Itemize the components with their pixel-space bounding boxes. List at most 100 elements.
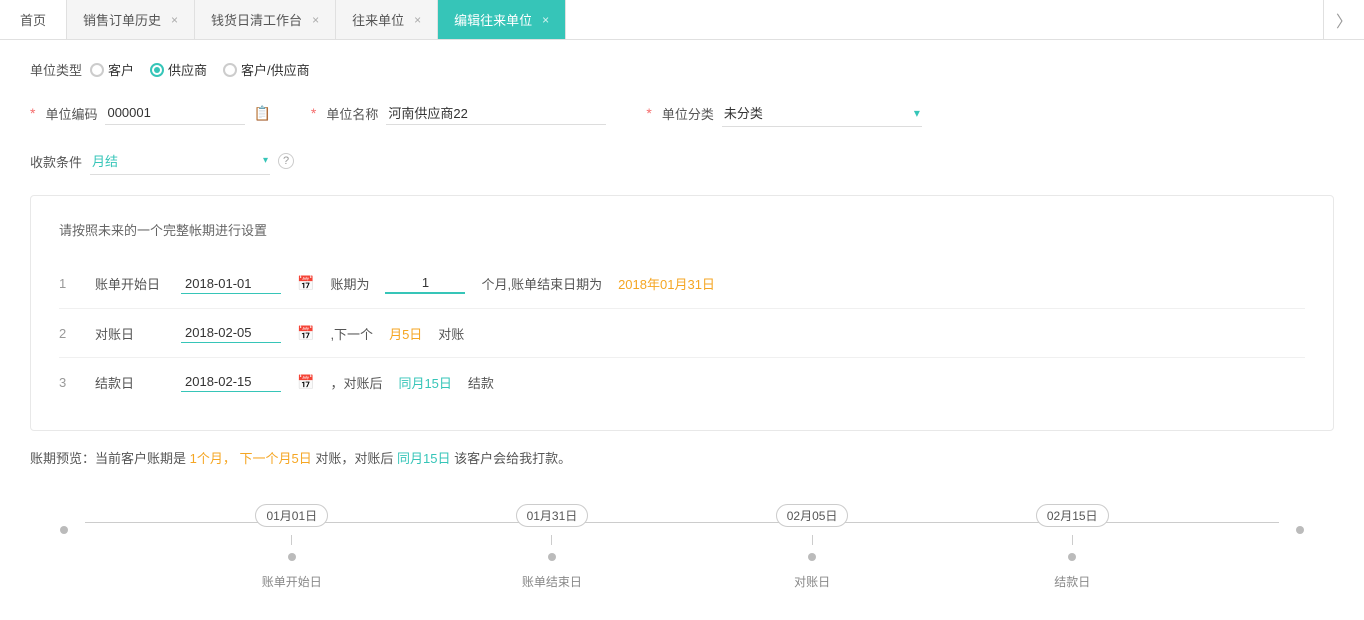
unit-category-star: *	[646, 105, 651, 121]
unit-code-field: * 单位编码 📋	[30, 101, 271, 125]
reconcile-prefix-text: ,下一个	[330, 324, 373, 343]
row-label-3: 结款日	[95, 373, 165, 392]
setting-row-2: 2 对账日 📅 ,下一个 月5日 对账	[59, 309, 1305, 358]
timeline-area: 01月01日 账单开始日 01月31日 账单结束日	[30, 494, 1334, 600]
tab-edit-partner-label: 编辑往来单位	[454, 10, 532, 29]
row-label-1: 账单开始日	[95, 274, 165, 293]
setting-row-1: 1 账单开始日 📅 账期为 个月,账单结束日期为 2018年01月31日	[59, 259, 1305, 309]
tab-cash-work[interactable]: 钱货日清工作台 ×	[195, 0, 336, 39]
timeline-node-2-date: 01月31日	[527, 509, 578, 523]
radio-customer-circle	[90, 63, 104, 77]
tab-partner-label: 往来单位	[352, 10, 404, 29]
payment-terms-dropdown[interactable]: 月结 ▾	[90, 147, 270, 175]
preview-text: 账期预览：当前客户账期是 1个月， 下一个月5日 对账，对账后 同月15日 该客…	[30, 447, 1334, 470]
node-4-dot	[1068, 553, 1076, 561]
unit-name-input[interactable]	[386, 101, 606, 125]
unit-category-value: 未分类	[724, 103, 910, 122]
timeline-node-1-date: 01月01日	[266, 509, 317, 523]
node-4-line	[1072, 535, 1073, 545]
card-title: 请按照未来的一个完整帐期进行设置	[59, 220, 1305, 239]
tab-sales-history-close[interactable]: ×	[171, 13, 178, 27]
payment-highlight-text: 同月15日	[398, 373, 451, 392]
preview-part3: 对账，对账后	[315, 451, 393, 466]
settings-card: 请按照未来的一个完整帐期进行设置 1 账单开始日 📅 账期为 个月,账单结束日期…	[30, 195, 1334, 431]
timeline-node-2: 01月31日 账单结束日	[516, 504, 589, 590]
unit-info-row: * 单位编码 📋 * 单位名称 * 单位分类 未分类 ▾	[30, 99, 1334, 127]
timeline-left-dot	[60, 526, 68, 534]
unit-name-label: 单位名称	[326, 104, 378, 123]
row-num-1: 1	[59, 276, 79, 291]
radio-customer-label: 客户	[108, 60, 134, 79]
unit-code-label: 单位编码	[45, 104, 97, 123]
unit-category-field: * 单位分类 未分类 ▾	[646, 99, 921, 127]
unit-type-row: 单位类型 客户 供应商 客户/供应商	[30, 60, 1334, 79]
tab-edit-partner[interactable]: 编辑往来单位 ×	[438, 0, 566, 39]
period-value-input[interactable]	[385, 273, 465, 294]
radio-group-unit-type: 客户 供应商 客户/供应商	[90, 60, 310, 79]
tab-cash-work-close[interactable]: ×	[312, 13, 319, 27]
tab-sales-history-label: 销售订单历史	[83, 10, 161, 29]
radio-customer-supplier[interactable]: 客户/供应商	[223, 60, 310, 79]
start-date-calendar-icon[interactable]: 📅	[297, 275, 314, 292]
radio-customer-supplier-label: 客户/供应商	[241, 60, 310, 79]
payment-date-calendar-icon[interactable]: 📅	[297, 374, 314, 391]
timeline-node-3-date: 02月05日	[787, 509, 838, 523]
row-label-2: 对账日	[95, 324, 165, 343]
reconcile-date-calendar-icon[interactable]: 📅	[297, 325, 314, 342]
timeline-node-1-label: 账单开始日	[262, 573, 322, 590]
tab-partner-close[interactable]: ×	[414, 13, 421, 27]
payment-terms-row: 收款条件 月结 ▾ ?	[30, 147, 1334, 175]
payment-terms-value: 月结	[92, 151, 259, 170]
unit-category-label: 单位分类	[662, 104, 714, 123]
preview-section: 账期预览：当前客户账期是 1个月， 下一个月5日 对账，对账后 同月15日 该客…	[30, 447, 1334, 600]
tab-home-label: 首页	[20, 10, 46, 29]
timeline-node-4-badge: 02月15日	[1036, 504, 1109, 527]
tab-home[interactable]: 首页	[0, 0, 67, 39]
timeline-node-3-badge: 02月05日	[776, 504, 849, 527]
payment-suffix-text: 结款	[468, 373, 494, 392]
period-label: 账期为	[330, 274, 369, 293]
timeline-node-3: 02月05日 对账日	[776, 504, 849, 590]
reconcile-highlight-text: 月5日	[389, 324, 422, 343]
radio-supplier-label: 供应商	[168, 60, 207, 79]
timeline-node-4-label: 结款日	[1054, 573, 1090, 590]
timeline-nodes: 01月01日 账单开始日 01月31日 账单结束日	[60, 504, 1304, 590]
row-num-2: 2	[59, 326, 79, 341]
payment-terms-help-icon[interactable]: ?	[278, 153, 294, 169]
unit-code-copy-icon[interactable]: 📋	[253, 105, 270, 122]
timeline-start-dot	[60, 526, 68, 534]
tab-edit-partner-close[interactable]: ×	[542, 13, 549, 27]
payment-date-input[interactable]	[181, 372, 281, 392]
timeline-node-2-badge: 01月31日	[516, 504, 589, 527]
tab-bar: 首页 销售订单历史 × 钱货日清工作台 × 往来单位 × 编辑往来单位 × 〉	[0, 0, 1364, 40]
tab-sales-history[interactable]: 销售订单历史 ×	[67, 0, 195, 39]
end-date-highlight: 2018年01月31日	[618, 274, 715, 293]
start-date-input[interactable]	[181, 274, 281, 294]
period-unit-text: 个月,账单结束日期为	[481, 274, 602, 293]
timeline-node-4: 02月15日 结款日	[1036, 504, 1109, 590]
tab-partner[interactable]: 往来单位 ×	[336, 0, 438, 39]
node-1-line	[291, 535, 292, 545]
radio-supplier-circle	[150, 63, 164, 77]
node-2-dot	[548, 553, 556, 561]
radio-supplier[interactable]: 供应商	[150, 60, 207, 79]
tab-more-arrow[interactable]: 〉	[1323, 0, 1364, 39]
radio-customer[interactable]: 客户	[90, 60, 134, 79]
unit-name-star: *	[311, 105, 316, 121]
payment-terms-arrow-icon: ▾	[263, 155, 268, 166]
unit-type-field: 单位类型 客户 供应商 客户/供应商	[30, 60, 310, 79]
preview-part5: 该客户会给我打款。	[454, 451, 571, 466]
unit-name-field: * 单位名称	[311, 101, 606, 125]
tab-cash-work-label: 钱货日清工作台	[211, 10, 302, 29]
unit-category-arrow-icon: ▾	[914, 106, 920, 120]
unit-category-dropdown[interactable]: 未分类 ▾	[722, 99, 922, 127]
setting-row-3: 3 结款日 📅 ，对账后 同月15日 结款	[59, 358, 1305, 406]
timeline-node-2-label: 账单结束日	[522, 573, 582, 590]
main-content: 单位类型 客户 供应商 客户/供应商 * 单位编码	[0, 40, 1364, 620]
unit-code-input[interactable]	[105, 101, 245, 125]
node-3-line	[812, 535, 813, 545]
radio-customer-supplier-circle	[223, 63, 237, 77]
unit-code-star: *	[30, 105, 35, 121]
reconcile-date-input[interactable]	[181, 323, 281, 343]
node-1-dot	[288, 553, 296, 561]
